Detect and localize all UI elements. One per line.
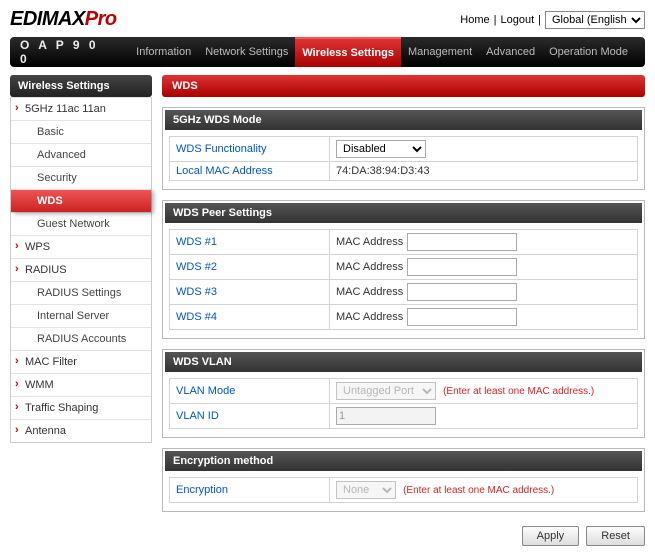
wds-functionality-select[interactable]: Disabled — [336, 140, 426, 158]
sidebar-item-radius-settings[interactable]: RADIUS Settings — [11, 281, 151, 304]
nav-advanced[interactable]: Advanced — [479, 37, 542, 67]
section-peer-header: WDS Peer Settings — [165, 203, 642, 223]
sidebar-item-5ghz[interactable]: 5GHz 11ac 11an — [11, 97, 151, 120]
main-nav: O A P 9 0 0 Information Network Settings… — [10, 37, 645, 67]
home-link[interactable]: Home — [460, 14, 489, 26]
wds2-label: WDS #2 — [170, 255, 330, 280]
language-select[interactable]: Global (English) — [545, 11, 645, 29]
vlan-mode-label: VLAN Mode — [170, 379, 330, 404]
nav-information[interactable]: Information — [129, 37, 198, 67]
encryption-hint: (Enter at least one MAC address.) — [403, 485, 554, 496]
wds3-label: WDS #3 — [170, 280, 330, 305]
sidebar-item-security[interactable]: Security — [11, 166, 151, 189]
sidebar-item-internal-server[interactable]: Internal Server — [11, 304, 151, 327]
nav-network-settings[interactable]: Network Settings — [198, 37, 295, 67]
sidebar-menu: 5GHz 11ac 11an Basic Advanced Security W… — [10, 97, 152, 443]
sidebar-item-traffic-shaping[interactable]: Traffic Shaping — [11, 396, 151, 419]
wds3-mac-input[interactable] — [407, 283, 517, 301]
vlan-id-label: VLAN ID — [170, 404, 330, 429]
nav-wireless-settings[interactable]: Wireless Settings — [295, 37, 401, 67]
vlan-id-input — [336, 407, 436, 425]
wds4-mac-input[interactable] — [407, 308, 517, 326]
sidebar-item-wmm[interactable]: WMM — [11, 373, 151, 396]
sidebar-item-advanced[interactable]: Advanced — [11, 143, 151, 166]
wds1-label: WDS #1 — [170, 230, 330, 255]
sidebar-item-wds[interactable]: WDS — [11, 189, 151, 212]
logout-link[interactable]: Logout — [500, 14, 534, 26]
local-mac-label: Local MAC Address — [170, 162, 330, 181]
sidebar-title: Wireless Settings — [10, 75, 152, 97]
sidebar-item-guest-network[interactable]: Guest Network — [11, 212, 151, 235]
model-label: O A P 9 0 0 — [20, 38, 99, 66]
sidebar-item-radius-accounts[interactable]: RADIUS Accounts — [11, 327, 151, 350]
wds4-label: WDS #4 — [170, 305, 330, 330]
wds-functionality-label: WDS Functionality — [170, 137, 330, 162]
wds1-mac-input[interactable] — [407, 233, 517, 251]
nav-operation-mode[interactable]: Operation Mode — [542, 37, 635, 67]
encryption-select: None — [336, 481, 396, 499]
reset-button[interactable]: Reset — [586, 526, 645, 546]
wds2-mac-input[interactable] — [407, 258, 517, 276]
sidebar-item-wps[interactable]: WPS — [11, 235, 151, 258]
section-vlan-header: WDS VLAN — [165, 352, 642, 372]
local-mac-value: 74:DA:38:94:D3:43 — [330, 162, 638, 181]
section-encryption-header: Encryption method — [165, 451, 642, 471]
encryption-label: Encryption — [170, 478, 330, 503]
vlan-mode-hint: (Enter at least one MAC address.) — [443, 386, 594, 397]
nav-management[interactable]: Management — [401, 37, 479, 67]
sidebar-item-basic[interactable]: Basic — [11, 120, 151, 143]
vlan-mode-select: Untagged Port — [336, 382, 436, 400]
sidebar-item-mac-filter[interactable]: MAC Filter — [11, 350, 151, 373]
page-title: WDS — [162, 75, 645, 97]
apply-button[interactable]: Apply — [522, 526, 580, 546]
brand-logo: EDIMAXPro — [10, 8, 117, 31]
section-wds-mode-header: 5GHz WDS Mode — [165, 110, 642, 130]
sidebar-item-radius[interactable]: RADIUS — [11, 258, 151, 281]
sidebar-item-antenna[interactable]: Antenna — [11, 419, 151, 442]
